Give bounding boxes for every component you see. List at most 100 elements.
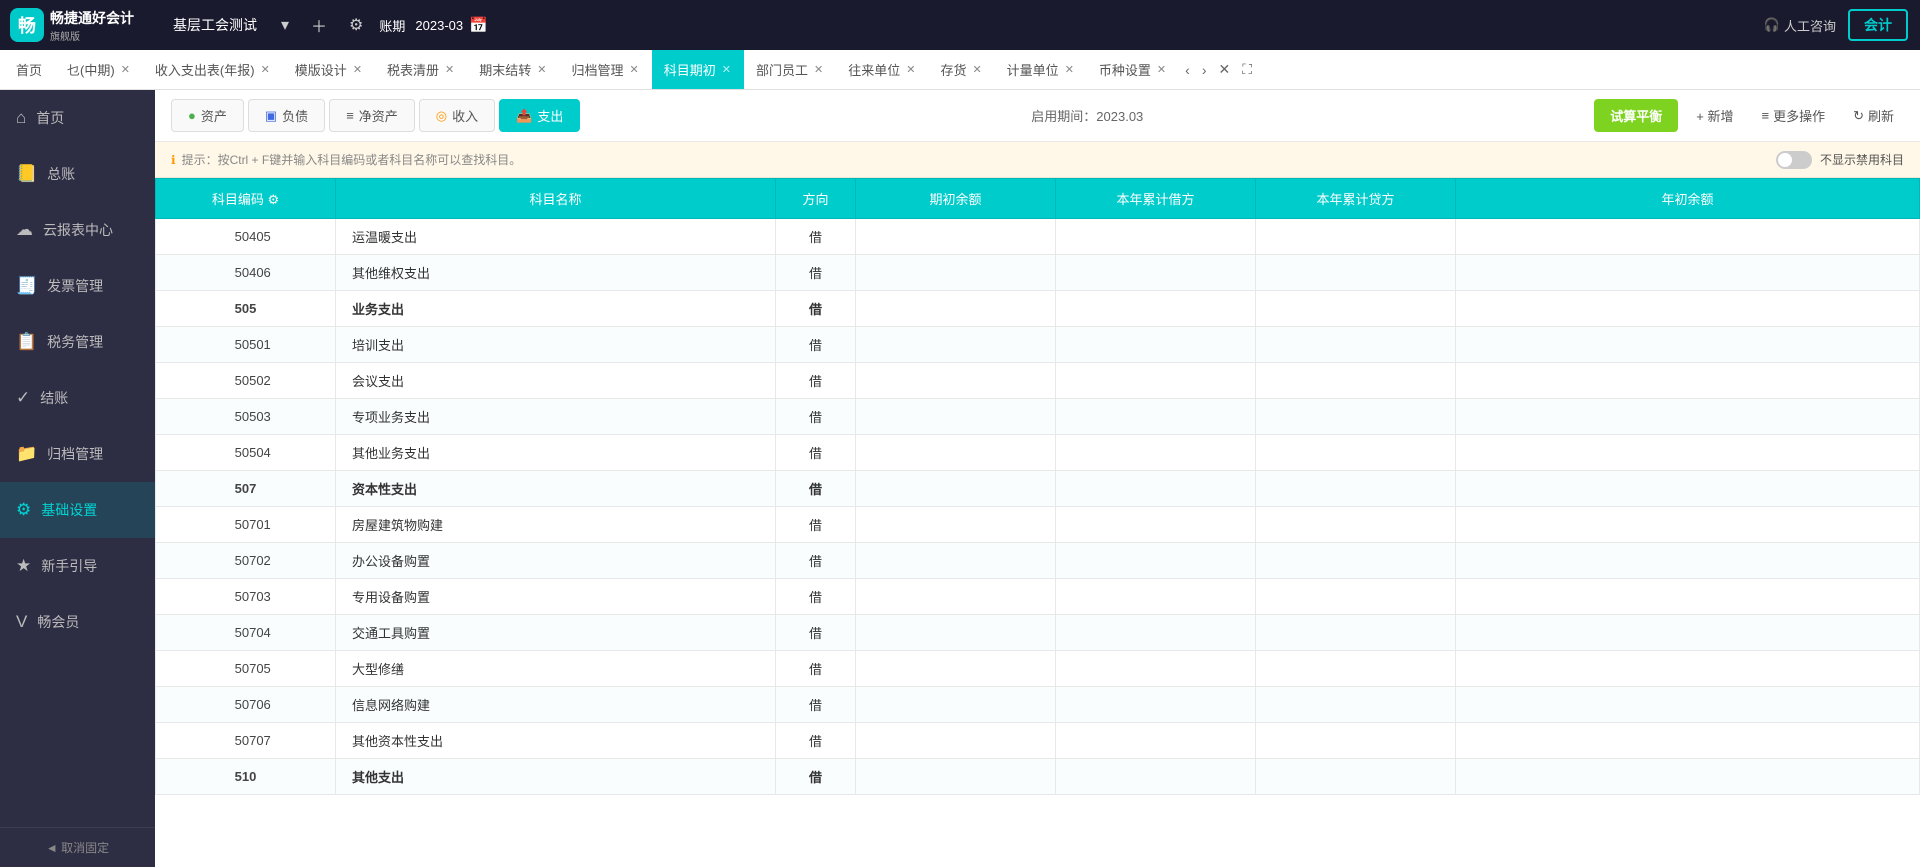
table-row[interactable]: 50701 房屋建筑物购建 借 — [156, 507, 1920, 543]
cell-init-balance — [856, 579, 1056, 615]
cell-init-balance — [856, 507, 1056, 543]
tab-prev-btn[interactable]: ‹ — [1179, 58, 1196, 82]
sidebar-item-settlement[interactable]: ✓ 结账 — [0, 370, 155, 426]
cell-direction: 借 — [776, 507, 856, 543]
tab-income-report[interactable]: 收入支出表(年报) ✕ — [143, 50, 283, 90]
sidebar-item-archive[interactable]: 📁 归档管理 — [0, 426, 155, 482]
sidebar-item-home[interactable]: ⌂ 首页 — [0, 90, 155, 146]
cell-code: 505 — [156, 291, 336, 327]
cell-ytd-debit — [1056, 363, 1256, 399]
col-init-balance[interactable]: 期初余额 — [856, 179, 1056, 219]
col-name[interactable]: 科目名称 — [336, 179, 776, 219]
tab-next-btn[interactable]: › — [1196, 58, 1213, 82]
ledger-icon: 📒 — [16, 164, 37, 184]
tab-close-partner[interactable]: ✕ — [906, 63, 915, 76]
subject-tab-liability[interactable]: ▣ 负债 — [248, 99, 325, 132]
col-ytd-credit[interactable]: 本年累计贷方 — [1256, 179, 1456, 219]
tax-icon: 📋 — [16, 332, 37, 352]
table-row[interactable]: 50405 运温暖支出 借 — [156, 219, 1920, 255]
expense-icon: 📤 — [516, 108, 532, 124]
sidebar-item-tax[interactable]: 📋 税务管理 — [0, 314, 155, 370]
logo-text: 畅捷通好会计 旗舰版 — [50, 8, 134, 43]
company-name[interactable]: 基层工会测试 — [165, 15, 265, 35]
tab-close-all-btn[interactable]: ✕ — [1212, 57, 1236, 82]
tab-close-inventory[interactable]: ✕ — [972, 63, 981, 76]
cell-ytd-debit — [1056, 507, 1256, 543]
add-button[interactable]: + 新增 — [1686, 100, 1743, 131]
table-row[interactable]: 50502 会议支出 借 — [156, 363, 1920, 399]
refresh-button[interactable]: ↻ 刷新 — [1843, 100, 1904, 131]
tab-partner[interactable]: 往来单位 ✕ — [836, 50, 928, 90]
tab-close-currency[interactable]: ✕ — [1157, 63, 1166, 76]
account-button[interactable]: 会计 — [1848, 9, 1908, 41]
cell-direction: 借 — [776, 651, 856, 687]
table-row[interactable]: 507 资本性支出 借 — [156, 471, 1920, 507]
table-row[interactable]: 50504 其他业务支出 借 — [156, 435, 1920, 471]
table-row[interactable]: 50702 办公设备购置 借 — [156, 543, 1920, 579]
cell-ytd-debit — [1056, 615, 1256, 651]
tab-department[interactable]: 部门员工 ✕ — [744, 50, 836, 90]
cell-code: 50704 — [156, 615, 336, 651]
subject-tab-net-asset[interactable]: ≡ 净资产 — [329, 99, 415, 132]
table-row[interactable]: 510 其他支出 借 — [156, 759, 1920, 795]
service-button[interactable]: 🎧 人工咨询 — [1764, 16, 1836, 35]
tab-close-unit[interactable]: ✕ — [1065, 63, 1074, 76]
table-row[interactable]: 50406 其他维权支出 借 — [156, 255, 1920, 291]
cell-year-init — [1456, 327, 1920, 363]
table-row[interactable]: 50501 培训支出 借 — [156, 327, 1920, 363]
subject-tab-expense[interactable]: 📤 支出 — [499, 99, 580, 132]
sidebar-item-ledger[interactable]: 📒 总账 — [0, 146, 155, 202]
sidebar-item-invoice[interactable]: 🧾 发票管理 — [0, 258, 155, 314]
tab-close-mid[interactable]: ✕ — [121, 63, 130, 76]
table-row[interactable]: 50503 专项业务支出 借 — [156, 399, 1920, 435]
tab-tax[interactable]: 税表清册 ✕ — [375, 50, 467, 90]
tab-inventory[interactable]: 存货 ✕ — [928, 50, 994, 90]
tab-close-tax[interactable]: ✕ — [445, 63, 454, 76]
tab-close-income[interactable]: ✕ — [261, 63, 270, 76]
main-area: ● 资产 ▣ 负债 ≡ 净资产 ◎ 收入 📤 支出 启用期间：2023.03 试… — [155, 90, 1920, 867]
tab-currency[interactable]: 币种设置 ✕ — [1087, 50, 1179, 90]
subject-tab-income[interactable]: ◎ 收入 — [419, 99, 495, 132]
subject-tab-asset[interactable]: ● 资产 — [171, 99, 244, 132]
cell-ytd-debit — [1056, 759, 1256, 795]
cell-year-init — [1456, 723, 1920, 759]
sidebar-item-guide[interactable]: ★ 新手引导 — [0, 538, 155, 594]
tab-close-template[interactable]: ✕ — [353, 63, 362, 76]
col-ytd-debit[interactable]: 本年累计借方 — [1056, 179, 1256, 219]
col-code[interactable]: 科目编码 ⚙ — [156, 179, 336, 219]
cell-year-init — [1456, 255, 1920, 291]
tab-subject-init[interactable]: 科目期初 ✕ — [652, 50, 744, 90]
tab-home[interactable]: 首页 — [4, 50, 55, 90]
table-row[interactable]: 50704 交通工具购置 借 — [156, 615, 1920, 651]
table-row[interactable]: 50707 其他资本性支出 借 — [156, 723, 1920, 759]
sidebar-item-vip[interactable]: V 畅会员 — [0, 594, 155, 650]
tab-expand-btn[interactable]: ⛶ — [1236, 57, 1258, 82]
tab-archive[interactable]: 归档管理 ✕ — [560, 50, 652, 90]
tab-mid[interactable]: 乜(中期) ✕ — [55, 50, 143, 90]
balance-button[interactable]: 试算平衡 — [1594, 99, 1678, 132]
cell-code: 50701 — [156, 507, 336, 543]
sidebar-item-settings[interactable]: ⚙ 基础设置 — [0, 482, 155, 538]
tab-close-dept[interactable]: ✕ — [814, 63, 823, 76]
tab-close-archive[interactable]: ✕ — [630, 63, 639, 76]
col-year-init[interactable]: 年初余额 — [1456, 179, 1920, 219]
sidebar-collapse-btn[interactable]: ◄ 取消固定 — [0, 827, 155, 867]
table-row[interactable]: 50703 专用设备购置 借 — [156, 579, 1920, 615]
tab-unit[interactable]: 计量单位 ✕ — [995, 50, 1087, 90]
tab-close-period[interactable]: ✕ — [537, 63, 546, 76]
tab-template[interactable]: 模版设计 ✕ — [283, 50, 375, 90]
sidebar-item-reports[interactable]: ☁ 云报表中心 — [0, 202, 155, 258]
tab-close-subject[interactable]: ✕ — [722, 63, 731, 76]
col-direction[interactable]: 方向 — [776, 179, 856, 219]
dropdown-icon[interactable]: ▾ — [275, 11, 295, 39]
table-row[interactable]: 505 业务支出 借 — [156, 291, 1920, 327]
tab-period-end[interactable]: 期末结转 ✕ — [467, 50, 559, 90]
calendar-icon[interactable]: 📅 — [469, 16, 488, 34]
settings-icon[interactable]: ⚙ — [343, 11, 369, 39]
disable-toggle[interactable] — [1776, 151, 1812, 169]
table-row[interactable]: 50705 大型修缮 借 — [156, 651, 1920, 687]
cell-direction: 借 — [776, 471, 856, 507]
more-button[interactable]: ≡ 更多操作 — [1751, 100, 1835, 131]
add-tab-icon[interactable]: ＋ — [305, 9, 333, 41]
table-row[interactable]: 50706 信息网络购建 借 — [156, 687, 1920, 723]
